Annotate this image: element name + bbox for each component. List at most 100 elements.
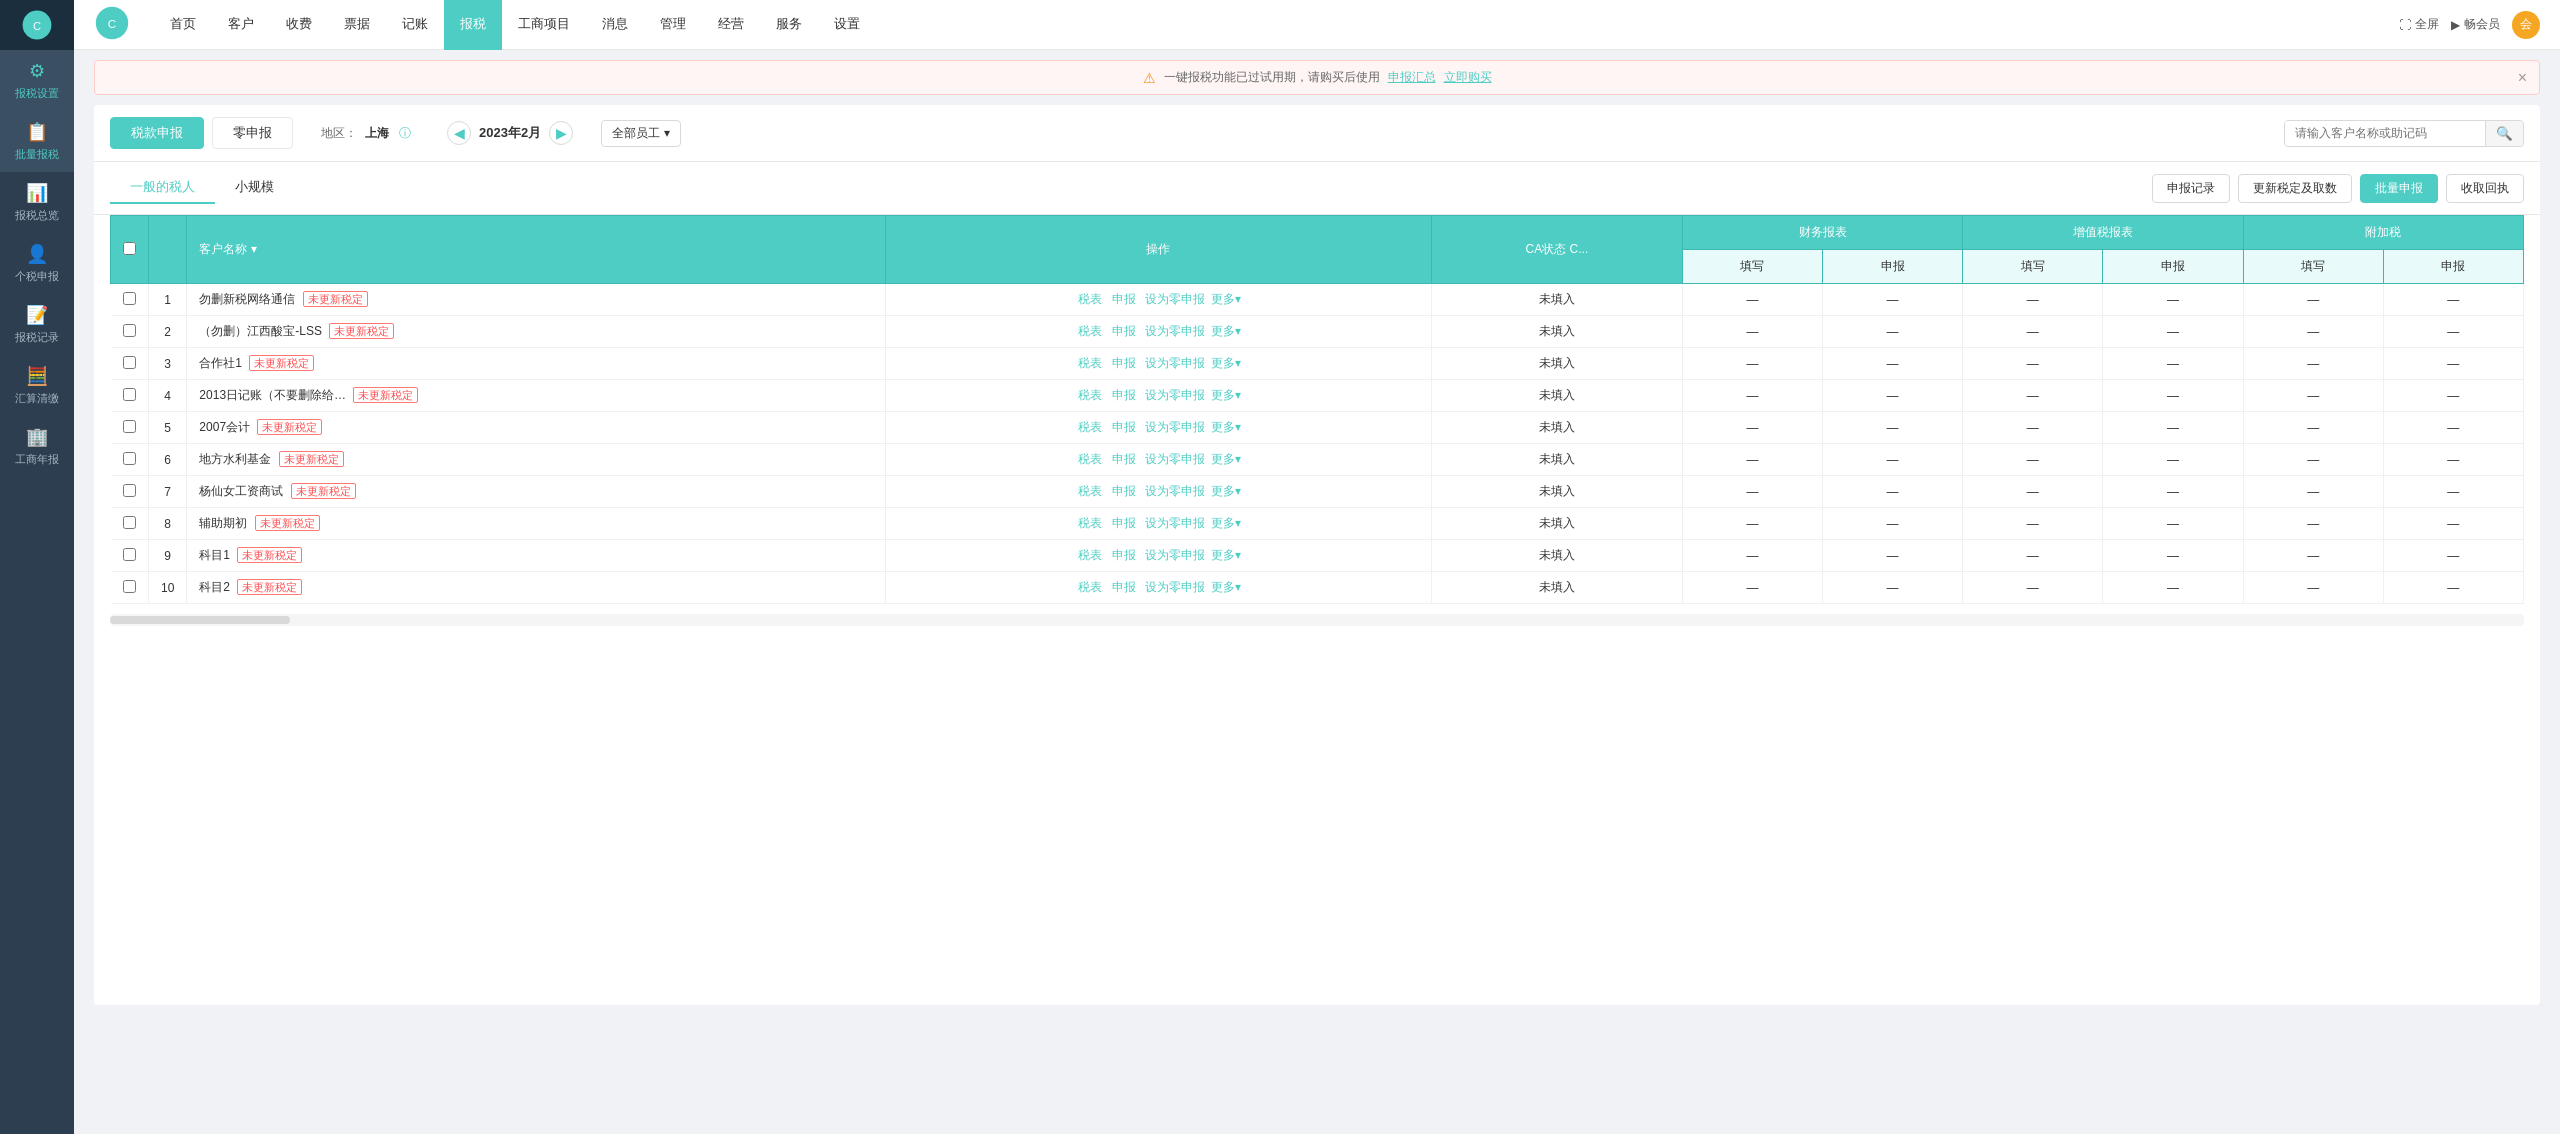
type-tab-general[interactable]: 一般的税人 bbox=[110, 172, 215, 204]
banner-close-button[interactable]: × bbox=[2518, 69, 2527, 87]
op-taxform-7[interactable]: 税表 bbox=[1078, 484, 1102, 498]
op-more-10[interactable]: 更多▾ bbox=[1211, 580, 1241, 594]
op-declare-1[interactable]: 申报 bbox=[1112, 292, 1136, 306]
op-zero-4[interactable]: 设为零申报 bbox=[1145, 388, 1205, 402]
op-zero-7[interactable]: 设为零申报 bbox=[1145, 484, 1205, 498]
nav-tax[interactable]: 报税 bbox=[444, 0, 502, 50]
nav-invoice[interactable]: 票据 bbox=[328, 0, 386, 50]
op-taxform-5[interactable]: 税表 bbox=[1078, 420, 1102, 434]
row-checkbox-1[interactable] bbox=[123, 292, 136, 305]
op-taxform-6[interactable]: 税表 bbox=[1078, 452, 1102, 466]
type-tab-small[interactable]: 小规模 bbox=[215, 172, 294, 204]
op-more-7[interactable]: 更多▾ bbox=[1211, 484, 1241, 498]
nav-home[interactable]: 首页 bbox=[154, 0, 212, 50]
op-declare-3[interactable]: 申报 bbox=[1112, 356, 1136, 370]
op-declare-6[interactable]: 申报 bbox=[1112, 452, 1136, 466]
th-zengzhi-report: 申报 bbox=[2103, 250, 2243, 284]
op-zero-10[interactable]: 设为零申报 bbox=[1145, 580, 1205, 594]
op-more-6[interactable]: 更多▾ bbox=[1211, 452, 1241, 466]
th-caiwu-fill: 填写 bbox=[1682, 250, 1822, 284]
select-all-checkbox[interactable] bbox=[123, 242, 136, 255]
dept-selector[interactable]: 全部员工 ▾ bbox=[601, 120, 681, 147]
nav-operation[interactable]: 经营 bbox=[702, 0, 760, 50]
nav-message[interactable]: 消息 bbox=[586, 0, 644, 50]
op-declare-10[interactable]: 申报 bbox=[1112, 580, 1136, 594]
nav-manage[interactable]: 管理 bbox=[644, 0, 702, 50]
action-batch-button[interactable]: 批量申报 bbox=[2360, 174, 2438, 203]
op-more-9[interactable]: 更多▾ bbox=[1211, 548, 1241, 562]
date-next-button[interactable]: ▶ bbox=[549, 121, 573, 145]
row-checkbox-7[interactable] bbox=[123, 484, 136, 497]
row-checkbox-5[interactable] bbox=[123, 420, 136, 433]
op-taxform-3[interactable]: 税表 bbox=[1078, 356, 1102, 370]
op-taxform-4[interactable]: 税表 bbox=[1078, 388, 1102, 402]
op-more-1[interactable]: 更多▾ bbox=[1211, 292, 1241, 306]
action-record-button[interactable]: 申报记录 bbox=[2152, 174, 2230, 203]
op-taxform-9[interactable]: 税表 bbox=[1078, 548, 1102, 562]
horizontal-scrollbar[interactable] bbox=[110, 614, 2524, 626]
row-checkbox-4[interactable] bbox=[123, 388, 136, 401]
avatar: 会 bbox=[2512, 11, 2540, 39]
op-declare-5[interactable]: 申报 bbox=[1112, 420, 1136, 434]
sidebar-item-piliangbaoshui[interactable]: 📋 批量报税 bbox=[0, 111, 74, 172]
op-taxform-1[interactable]: 税表 bbox=[1078, 292, 1102, 306]
op-declare-7[interactable]: 申报 bbox=[1112, 484, 1136, 498]
sidebar-item-baoshuishezhi[interactable]: ⚙ 报税设置 bbox=[0, 50, 74, 111]
op-zero-3[interactable]: 设为零申报 bbox=[1145, 356, 1205, 370]
op-more-4[interactable]: 更多▾ bbox=[1211, 388, 1241, 402]
row-checkbox-10[interactable] bbox=[123, 580, 136, 593]
op-taxform-8[interactable]: 税表 bbox=[1078, 516, 1102, 530]
op-more-8[interactable]: 更多▾ bbox=[1211, 516, 1241, 530]
row-fujia-fill-10: — bbox=[2243, 572, 2383, 604]
sidebar-item-geshenbao[interactable]: 👤 个税申报 bbox=[0, 233, 74, 294]
tab-zero-declare[interactable]: 零申报 bbox=[212, 117, 293, 149]
op-zero-6[interactable]: 设为零申报 bbox=[1145, 452, 1205, 466]
row-checkbox-6[interactable] bbox=[123, 452, 136, 465]
op-more-2[interactable]: 更多▾ bbox=[1211, 324, 1241, 338]
row-checkbox-2[interactable] bbox=[123, 324, 136, 337]
nav-customer[interactable]: 客户 bbox=[212, 0, 270, 50]
table-header-group: 客户名称 ▾ 操作 CA状态 C... 财务报表 增值税报表 附加税 bbox=[111, 216, 2524, 250]
nav-bizproject[interactable]: 工商项目 bbox=[502, 0, 586, 50]
sidebar-item-gongshangnianbo[interactable]: 🏢 工商年报 bbox=[0, 416, 74, 477]
nav-service[interactable]: 服务 bbox=[760, 0, 818, 50]
search-input[interactable] bbox=[2285, 121, 2485, 145]
nav-settings[interactable]: 设置 bbox=[818, 0, 876, 50]
row-caiwu-report-6: — bbox=[1823, 444, 1963, 476]
action-update-button[interactable]: 更新税定及取数 bbox=[2238, 174, 2352, 203]
sidebar-item-label: 个税申报 bbox=[15, 269, 59, 284]
row-fujia-fill-7: — bbox=[2243, 476, 2383, 508]
op-declare-4[interactable]: 申报 bbox=[1112, 388, 1136, 402]
op-declare-8[interactable]: 申报 bbox=[1112, 516, 1136, 530]
nav-bookkeeping[interactable]: 记账 bbox=[386, 0, 444, 50]
sidebar-item-baoshuijilu[interactable]: 📝 报税记录 bbox=[0, 294, 74, 355]
sidebar-item-baoshuizonglan[interactable]: 📊 报税总览 bbox=[0, 172, 74, 233]
row-checkbox-9[interactable] bbox=[123, 548, 136, 561]
op-zero-5[interactable]: 设为零申报 bbox=[1145, 420, 1205, 434]
date-prev-button[interactable]: ◀ bbox=[447, 121, 471, 145]
op-declare-9[interactable]: 申报 bbox=[1112, 548, 1136, 562]
op-zero-8[interactable]: 设为零申报 bbox=[1145, 516, 1205, 530]
location-info-icon[interactable]: ⓘ bbox=[399, 125, 411, 142]
row-checkbox-8[interactable] bbox=[123, 516, 136, 529]
banner-link-buy[interactable]: 立即购买 bbox=[1444, 69, 1492, 86]
table-row: 1 勿删新税网络通信 未更新税定 税表 申报 设为零申报 更多▾ 未填入 — —… bbox=[111, 284, 2524, 316]
action-fetch-button[interactable]: 收取回执 bbox=[2446, 174, 2524, 203]
row-checkbox-3[interactable] bbox=[123, 356, 136, 369]
op-taxform-2[interactable]: 税表 bbox=[1078, 324, 1102, 338]
fullscreen-button[interactable]: ⛶ 全屏 bbox=[2399, 16, 2439, 33]
row-checkbox-cell bbox=[111, 540, 149, 572]
op-zero-1[interactable]: 设为零申报 bbox=[1145, 292, 1205, 306]
op-declare-2[interactable]: 申报 bbox=[1112, 324, 1136, 338]
sidebar-item-jisuanqingchu[interactable]: 🧮 汇算清缴 bbox=[0, 355, 74, 416]
member-button[interactable]: ▶ 畅会员 bbox=[2451, 16, 2500, 33]
op-zero-9[interactable]: 设为零申报 bbox=[1145, 548, 1205, 562]
op-more-5[interactable]: 更多▾ bbox=[1211, 420, 1241, 434]
search-button[interactable]: 🔍 bbox=[2485, 121, 2523, 146]
banner-link-summary[interactable]: 申报汇总 bbox=[1388, 69, 1436, 86]
op-more-3[interactable]: 更多▾ bbox=[1211, 356, 1241, 370]
op-taxform-10[interactable]: 税表 bbox=[1078, 580, 1102, 594]
op-zero-2[interactable]: 设为零申报 bbox=[1145, 324, 1205, 338]
tab-tax-declare[interactable]: 税款申报 bbox=[110, 117, 204, 149]
nav-fee[interactable]: 收费 bbox=[270, 0, 328, 50]
